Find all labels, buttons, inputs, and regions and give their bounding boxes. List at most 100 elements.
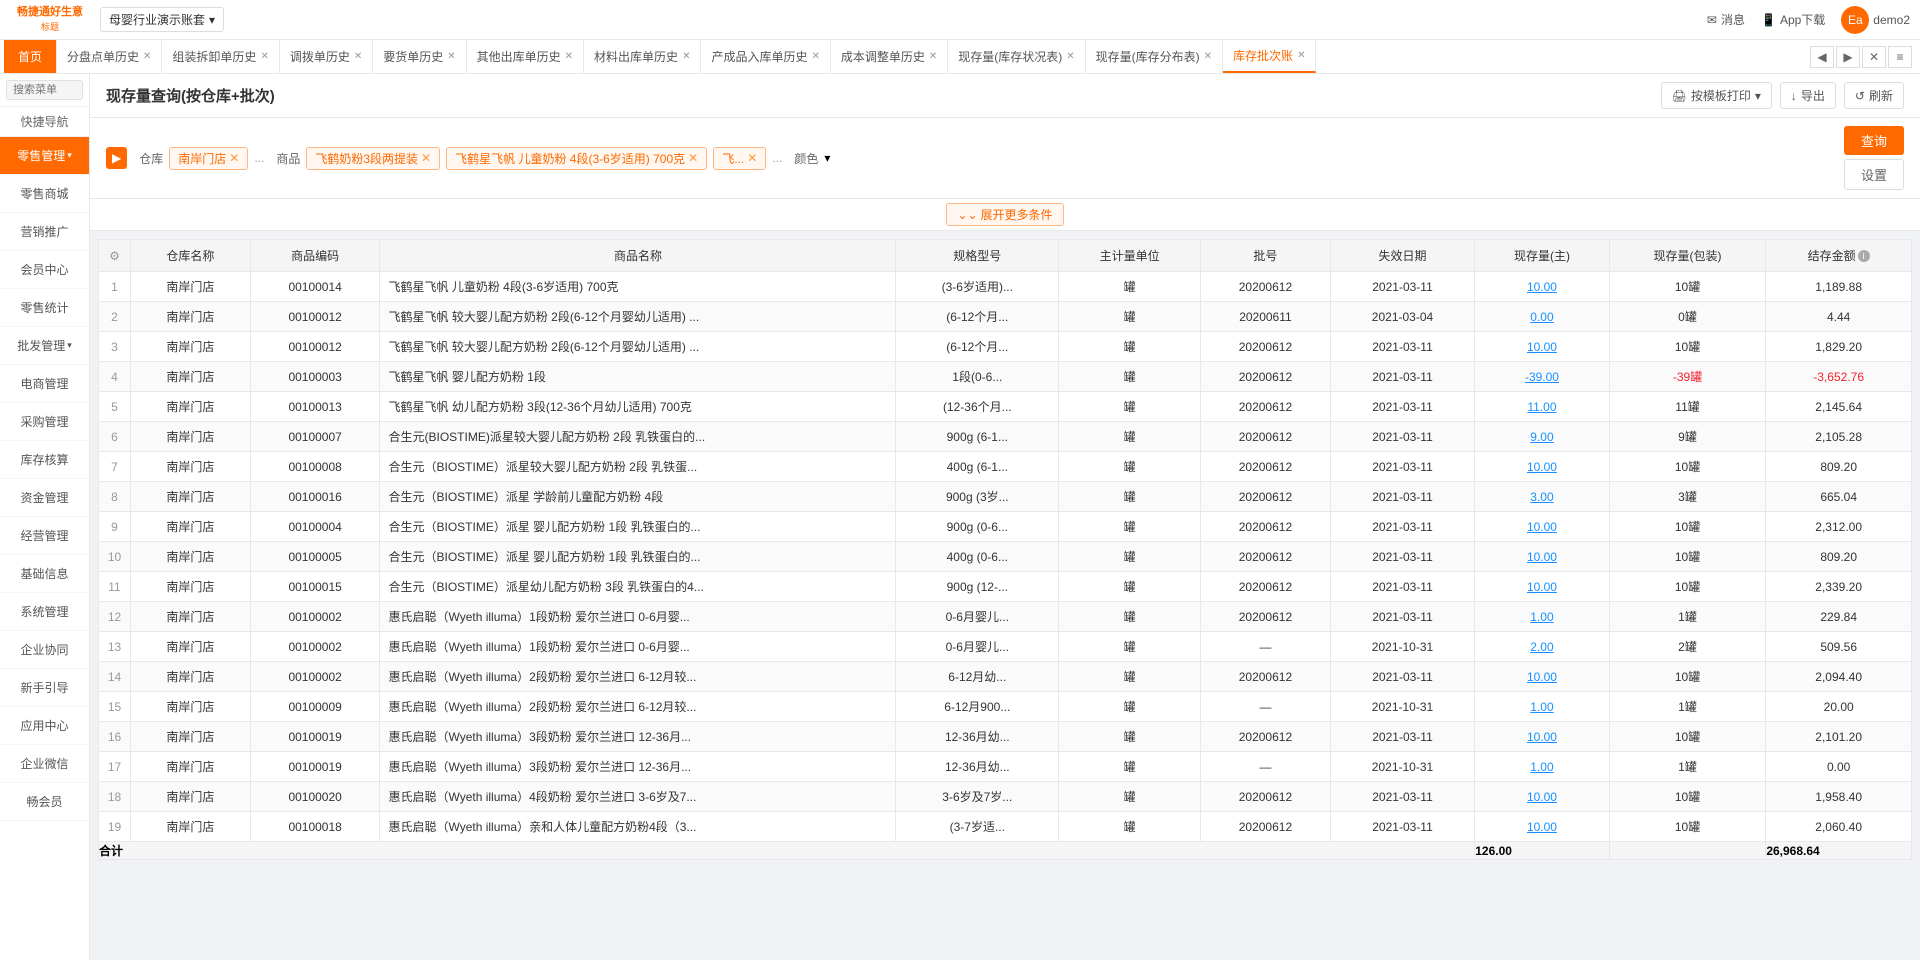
sidebar-item-member[interactable]: 会员中心 bbox=[0, 251, 89, 289]
print-btn[interactable]: 🖨 按模板打印 ▾ bbox=[1661, 82, 1772, 109]
tab-chanchengru[interactable]: 产成品入库单历史 ✕ bbox=[701, 40, 830, 73]
cell-qty-main[interactable]: 1.00 bbox=[1475, 692, 1610, 722]
sidebar-item-retail-shop[interactable]: 零售商城 bbox=[0, 175, 89, 213]
sidebar-shortcut-btn[interactable]: 快捷导航 bbox=[0, 107, 89, 137]
goods-tag-more[interactable]: 飞... ✕ bbox=[713, 147, 766, 170]
tab-prev-btn[interactable]: ◀ bbox=[1810, 46, 1834, 68]
messages-btn[interactable]: ✉ 消息 bbox=[1707, 11, 1745, 28]
close-icon[interactable]: ✕ bbox=[747, 151, 757, 165]
row-number: 12 bbox=[99, 602, 131, 632]
close-icon[interactable]: ✕ bbox=[354, 51, 362, 62]
cell-qty-main[interactable]: 2.00 bbox=[1475, 632, 1610, 662]
table-row: 9 南岸门店 00100004 合生元（BIOSTIME）派星 婴儿配方奶粉 1… bbox=[99, 512, 1912, 542]
tab-next-btn[interactable]: ▶ bbox=[1836, 46, 1860, 68]
tab-zuzhang[interactable]: 组装拆卸单历史 ✕ bbox=[162, 40, 279, 73]
cell-balance: 2,060.40 bbox=[1766, 812, 1912, 842]
tab-menu-btn[interactable]: ≡ bbox=[1888, 46, 1912, 68]
account-selector[interactable]: 母婴行业演示账套 ▾ bbox=[100, 7, 224, 32]
query-btn[interactable]: 查询 bbox=[1844, 126, 1904, 155]
tab-qitachu[interactable]: 其他出库单历史 ✕ bbox=[467, 40, 584, 73]
filter-expand-btn[interactable]: ▶ bbox=[106, 147, 127, 169]
sidebar-item-wholesale[interactable]: 批发管理 ▾ bbox=[0, 327, 89, 365]
cell-qty-main[interactable]: -39.00 bbox=[1475, 362, 1610, 392]
user-profile[interactable]: Ea demo2 bbox=[1841, 6, 1910, 34]
table-row: 1 南岸门店 00100014 飞鹤星飞帆 儿童奶粉 4段(3-6岁适用) 70… bbox=[99, 272, 1912, 302]
expand-more-btn[interactable]: ⌄⌄ 展开更多条件 bbox=[946, 203, 1063, 226]
close-icon[interactable]: ✕ bbox=[260, 51, 268, 62]
help-icon[interactable]: i bbox=[1858, 250, 1870, 262]
tab-kucunpici[interactable]: 库存批次账 ✕ bbox=[1223, 40, 1316, 73]
sidebar-item-wechat[interactable]: 企业微信 bbox=[0, 745, 89, 783]
cell-qty-main[interactable]: 1.00 bbox=[1475, 752, 1610, 782]
cell-qty-main[interactable]: 10.00 bbox=[1475, 572, 1610, 602]
refresh-btn[interactable]: ↺ 刷新 bbox=[1844, 82, 1904, 109]
sidebar-item-enterprise[interactable]: 企业协同 bbox=[0, 631, 89, 669]
app-download-btn[interactable]: 📱 App下载 bbox=[1761, 11, 1825, 28]
cell-qty-main[interactable]: 1.00 bbox=[1475, 602, 1610, 632]
cell-qty-main[interactable]: 11.00 bbox=[1475, 392, 1610, 422]
tab-diaobo[interactable]: 调拨单历史 ✕ bbox=[280, 40, 373, 73]
cell-qty-main[interactable]: 0.00 bbox=[1475, 302, 1610, 332]
settings-icon[interactable]: ⚙ bbox=[109, 249, 120, 263]
sidebar-item-operation[interactable]: 经营管理 bbox=[0, 517, 89, 555]
close-icon[interactable]: ✕ bbox=[1066, 51, 1074, 62]
sidebar-item-retail-mgmt[interactable]: 零售管理 ▾ bbox=[0, 137, 89, 175]
close-icon[interactable]: ✕ bbox=[447, 51, 455, 62]
more-options-btn[interactable]: ... bbox=[254, 151, 264, 165]
close-icon[interactable]: ✕ bbox=[229, 151, 239, 165]
tab-cailiaochu[interactable]: 材料出库单历史 ✕ bbox=[584, 40, 701, 73]
expand-icon: ▾ bbox=[67, 340, 72, 351]
close-icon[interactable]: ✕ bbox=[421, 151, 431, 165]
tab-chengbentiao[interactable]: 成本调整单历史 ✕ bbox=[831, 40, 948, 73]
chevron-down-icon[interactable]: ▾ bbox=[824, 151, 830, 165]
cell-qty-main[interactable]: 10.00 bbox=[1475, 272, 1610, 302]
tab-xiancunfen[interactable]: 现存量(库存分布表) ✕ bbox=[1086, 40, 1223, 73]
sidebar-item-purchase[interactable]: 采购管理 bbox=[0, 403, 89, 441]
cell-qty-main[interactable]: 10.00 bbox=[1475, 662, 1610, 692]
tab-fenpan[interactable]: 分盘点单历史 ✕ bbox=[57, 40, 162, 73]
sidebar-item-member-vip[interactable]: 畅会员 bbox=[0, 783, 89, 821]
cell-qty-main[interactable]: 10.00 bbox=[1475, 512, 1610, 542]
sidebar-item-marketing[interactable]: 营销推广 bbox=[0, 213, 89, 251]
tab-home[interactable]: 首页 bbox=[4, 40, 57, 73]
close-icon[interactable]: ✕ bbox=[688, 151, 698, 165]
sidebar-item-inventory[interactable]: 库存核算 bbox=[0, 441, 89, 479]
cell-balance: 509.56 bbox=[1766, 632, 1912, 662]
sidebar-item-retail-stats[interactable]: 零售统计 bbox=[0, 289, 89, 327]
goods-more-btn[interactable]: ... bbox=[772, 151, 782, 165]
cell-qty-main[interactable]: 10.00 bbox=[1475, 782, 1610, 812]
close-icon[interactable]: ✕ bbox=[1204, 51, 1212, 62]
search-input[interactable] bbox=[6, 80, 83, 100]
cell-balance: 2,312.00 bbox=[1766, 512, 1912, 542]
close-icon[interactable]: ✕ bbox=[682, 51, 690, 62]
export-btn[interactable]: ↓ 导出 bbox=[1780, 82, 1836, 109]
cell-qty-main[interactable]: 10.00 bbox=[1475, 332, 1610, 362]
goods-tag-feihenafen4[interactable]: 飞鹤星飞帆 儿童奶粉 4段(3-6岁适用) 700克 ✕ bbox=[446, 147, 707, 170]
cell-spec: 12-36月幼... bbox=[896, 752, 1059, 782]
sidebar-item-system[interactable]: 系统管理 bbox=[0, 593, 89, 631]
close-icon[interactable]: ✕ bbox=[143, 51, 151, 62]
sidebar-item-guide[interactable]: 新手引导 bbox=[0, 669, 89, 707]
warehouse-tag-nananmen[interactable]: 南岸门店 ✕ bbox=[169, 147, 248, 170]
cell-qty-main[interactable]: 10.00 bbox=[1475, 542, 1610, 572]
sidebar-item-label: 会员中心 bbox=[20, 261, 68, 278]
cell-qty-main[interactable]: 10.00 bbox=[1475, 812, 1610, 842]
tab-close-btn[interactable]: ✕ bbox=[1862, 46, 1886, 68]
tab-yaohuo[interactable]: 要货单历史 ✕ bbox=[373, 40, 466, 73]
settings-btn[interactable]: 设置 bbox=[1844, 159, 1904, 190]
tab-xiancunzhuang[interactable]: 现存量(库存状况表) ✕ bbox=[948, 40, 1085, 73]
cell-qty-main[interactable]: 10.00 bbox=[1475, 722, 1610, 752]
sidebar-item-app-center[interactable]: 应用中心 bbox=[0, 707, 89, 745]
goods-tag-feihenafen3[interactable]: 飞鹤奶粉3段两提装 ✕ bbox=[306, 147, 440, 170]
close-icon[interactable]: ✕ bbox=[1297, 50, 1305, 61]
close-icon[interactable]: ✕ bbox=[565, 51, 573, 62]
sidebar-item-finance[interactable]: 资金管理 bbox=[0, 479, 89, 517]
close-icon[interactable]: ✕ bbox=[811, 51, 819, 62]
close-icon[interactable]: ✕ bbox=[929, 51, 937, 62]
row-number: 10 bbox=[99, 542, 131, 572]
sidebar-item-ecommerce[interactable]: 电商管理 bbox=[0, 365, 89, 403]
cell-qty-main[interactable]: 9.00 bbox=[1475, 422, 1610, 452]
cell-qty-main[interactable]: 3.00 bbox=[1475, 482, 1610, 512]
cell-qty-main[interactable]: 10.00 bbox=[1475, 452, 1610, 482]
sidebar-item-basic-info[interactable]: 基础信息 bbox=[0, 555, 89, 593]
